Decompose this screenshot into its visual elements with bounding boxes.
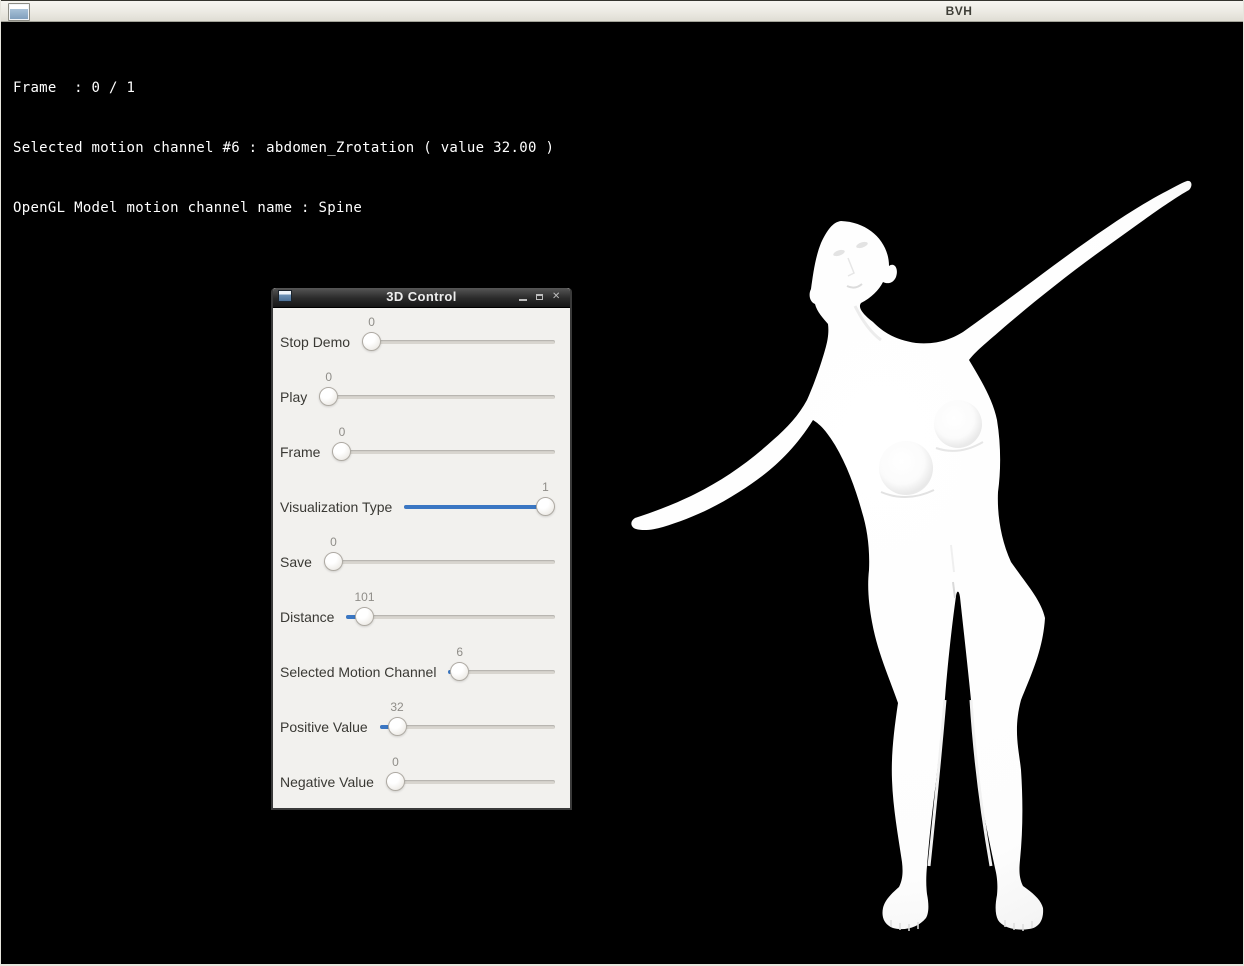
slider-row-positive-value: Positive Value 32: [273, 699, 570, 754]
slider-label: Play: [280, 388, 308, 405]
gl-viewport[interactable]: Frame : 0 / 1 Selected motion channel #6…: [1, 22, 1243, 964]
window-title: BVH: [945, 4, 973, 18]
slider-track[interactable]: [332, 450, 555, 454]
slider-track[interactable]: [346, 615, 555, 619]
slider-label: Distance: [280, 608, 335, 625]
slider-handle[interactable]: [332, 442, 352, 461]
slider[interactable]: 0: [385, 755, 555, 791]
slider-label: Negative Value: [280, 773, 374, 790]
slider-row-distance: Distance 101: [273, 589, 570, 644]
status-line-channel: Selected motion channel #6 : abdomen_Zro…: [13, 140, 555, 156]
slider-value: 101: [354, 590, 375, 604]
slider-label: Frame: [280, 443, 321, 460]
slider-track[interactable]: [323, 560, 555, 564]
slider-track[interactable]: [362, 340, 555, 344]
minimize-icon: [519, 299, 527, 301]
slider-handle[interactable]: [385, 772, 405, 791]
slider-handle[interactable]: [362, 332, 382, 351]
control-panel-window: 3D Control ✕ Stop Demo 0 Play 0 Frame 0 …: [271, 288, 572, 810]
slider[interactable]: 0: [332, 425, 555, 461]
slider-label: Positive Value: [280, 718, 368, 735]
slider-track[interactable]: [385, 780, 555, 784]
maximize-icon: [536, 294, 543, 300]
slider-value: 6: [456, 645, 464, 659]
slider[interactable]: 6: [448, 645, 555, 681]
slider-row-selected-motion-channel: Selected Motion Channel 6: [273, 644, 570, 699]
status-line-frame: Frame : 0 / 1: [13, 80, 136, 96]
slider-handle[interactable]: [323, 552, 343, 571]
slider-label: Selected Motion Channel: [280, 663, 437, 680]
slider[interactable]: 32: [379, 700, 555, 736]
slider-label: Visualization Type: [280, 498, 393, 515]
slider[interactable]: 101: [346, 590, 555, 626]
slider-handle[interactable]: [450, 662, 470, 681]
close-icon: ✕: [552, 291, 561, 302]
minimize-button[interactable]: [516, 288, 532, 307]
control-panel-titlebar[interactable]: 3D Control ✕: [273, 288, 570, 308]
slider-handle[interactable]: [387, 717, 407, 736]
slider-value: 0: [392, 755, 399, 769]
slider-value: 0: [325, 370, 333, 384]
app-window-icon: [8, 3, 30, 21]
application-window: BVH Frame: 0 / 1 Selected motion channe…: [0, 0, 1244, 966]
slider-row-frame: Frame 0: [273, 424, 570, 479]
slider-track[interactable]: [319, 395, 555, 399]
slider-value: 1: [542, 480, 549, 494]
gl-status-text: Frame : 0 / 1 Selected motion channel #6…: [13, 38, 554, 258]
slider-handle[interactable]: [319, 387, 339, 406]
slider-row-stop-demo: Stop Demo 0: [273, 314, 570, 369]
slider[interactable]: 0: [323, 535, 555, 571]
slider-row-negative-value: Negative Value 0: [273, 754, 570, 809]
slider[interactable]: 1: [404, 480, 555, 516]
slider-handle[interactable]: [354, 607, 374, 626]
status-line-model: OpenGL Model motion channel name : Spine: [13, 200, 363, 216]
slider-label: Stop Demo: [280, 333, 351, 350]
slider-value: 0: [338, 425, 346, 439]
control-panel-body: Stop Demo 0 Play 0 Frame 0 Visualization…: [273, 308, 570, 809]
slider-value: 32: [390, 700, 404, 714]
slider-value: 0: [368, 315, 375, 329]
slider-row-visualization-type: Visualization Type 1: [273, 479, 570, 534]
slider-fill: [404, 505, 546, 509]
slider-row-save: Save 0: [273, 534, 570, 589]
slider-label: Save: [280, 553, 312, 570]
window-titlebar[interactable]: BVH: [1, 0, 1243, 22]
close-button[interactable]: ✕: [550, 288, 566, 307]
slider-row-play: Play 0: [273, 369, 570, 424]
slider-value: 0: [330, 535, 337, 549]
slider[interactable]: 0: [319, 370, 555, 406]
maximize-button[interactable]: [533, 288, 549, 307]
slider-handle[interactable]: [536, 497, 555, 516]
slider[interactable]: 0: [362, 315, 555, 351]
